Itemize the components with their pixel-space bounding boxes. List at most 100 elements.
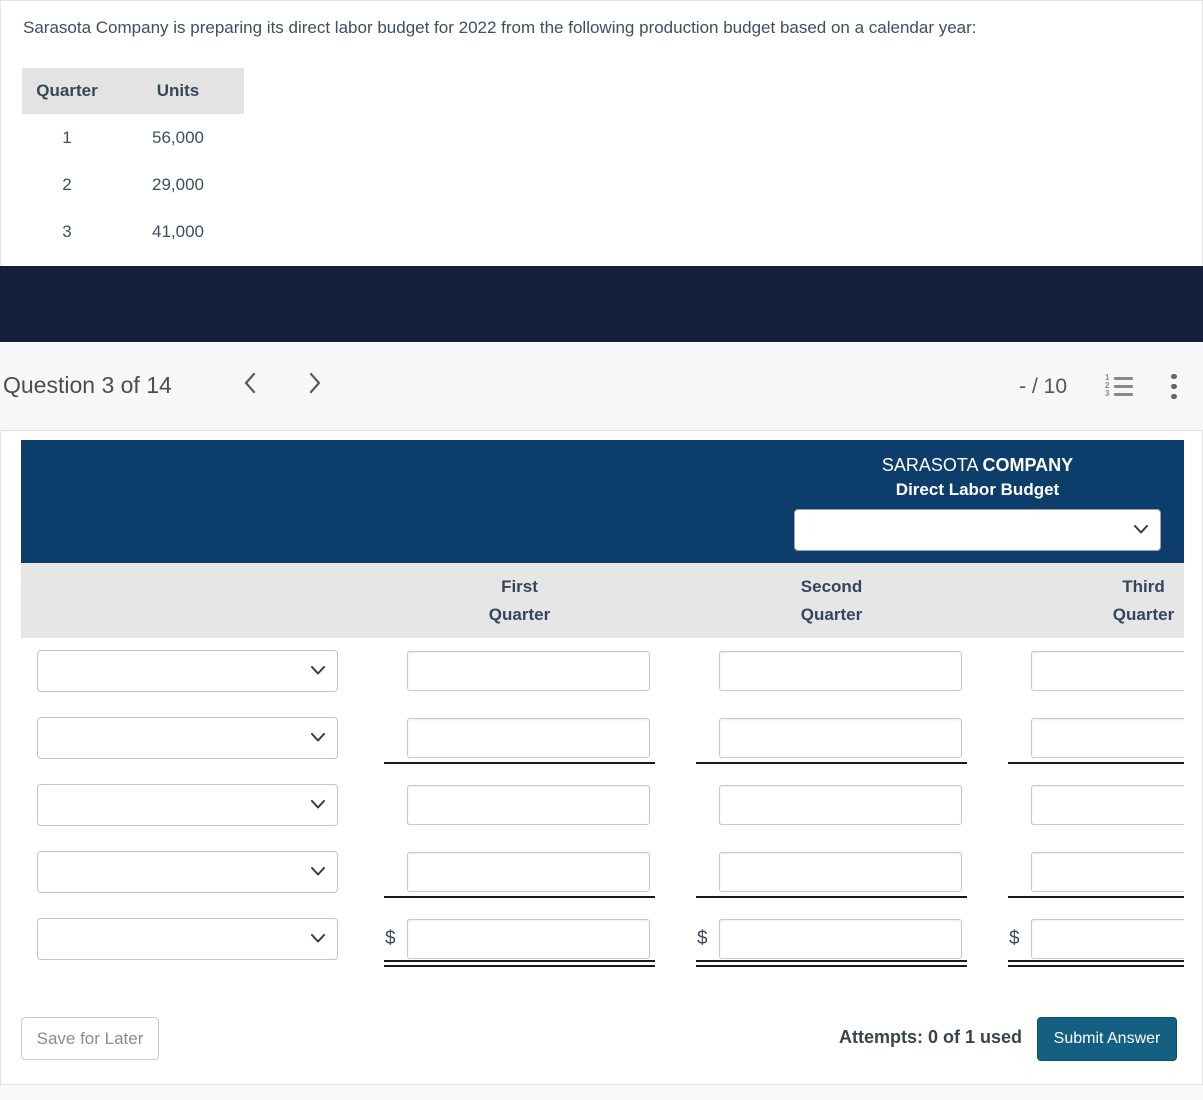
units-value: 56,000 (152, 127, 204, 147)
answer-section: SARASOTA COMPANY Direct Labor Budget Fir… (0, 431, 1203, 1084)
budget-row: $ $ $ (21, 918, 1184, 967)
problem-intro-text: Sarasota Company is preparing its direct… (23, 18, 977, 37)
quarter-value: 3 (62, 221, 72, 241)
amount-input[interactable] (719, 651, 962, 691)
amount-input[interactable] (719, 919, 962, 959)
dollar-sign-label: $ (697, 928, 708, 949)
amount-cell (696, 717, 967, 764)
amount-cell (1008, 717, 1184, 764)
dollar-sign-label: $ (385, 928, 396, 949)
amount-cell (696, 784, 967, 826)
period-select[interactable] (794, 509, 1161, 551)
page-bottom-strip (0, 1084, 1203, 1100)
amount-cell: $ (696, 918, 967, 967)
problem-card: Sarasota Company is preparing its direct… (0, 0, 1203, 266)
question-counter: Question 3 of 14 (3, 372, 172, 398)
column-header-third-quarter: Third Quarter (1112, 577, 1175, 624)
submit-answer-button[interactable]: Submit Answer (1037, 1017, 1177, 1061)
budget-body: $ $ $ (21, 638, 1184, 992)
subtotal-underline (696, 762, 967, 764)
amount-input[interactable] (1031, 785, 1184, 825)
amount-input[interactable] (1031, 852, 1184, 892)
amount-cell: $ (1008, 918, 1184, 967)
save-for-later-button[interactable]: Save for Later (21, 1017, 159, 1060)
row-label-select[interactable] (37, 918, 338, 960)
chevron-left-icon (243, 371, 257, 400)
amount-input[interactable] (1031, 718, 1184, 758)
amount-input[interactable] (407, 852, 650, 892)
column-header-first-quarter: First Quarter (488, 577, 551, 624)
subtotal-underline (696, 896, 967, 898)
total-double-underline (696, 960, 967, 967)
chevron-down-icon (311, 863, 325, 881)
chevron-down-icon (311, 662, 325, 680)
budget-column-headers: First Quarter Second Quarter Third Quarter (21, 563, 1184, 638)
production-table: Quarter Units 1 56,000 2 29,000 3 41,000 (22, 68, 244, 255)
section-divider-bar (0, 266, 1203, 342)
amount-input[interactable] (407, 651, 650, 691)
units-value: 41,000 (152, 221, 204, 241)
company-name-title: SARASOTA COMPANY (881, 455, 1074, 475)
row-label-select[interactable] (37, 717, 338, 759)
total-double-underline (384, 960, 655, 967)
more-options-icon[interactable] (1171, 373, 1177, 400)
budget-subtitle: Direct Labor Budget (895, 480, 1060, 499)
chevron-down-icon (311, 796, 325, 814)
previous-question-button[interactable] (237, 371, 263, 399)
amount-cell (1008, 851, 1184, 898)
amount-cell (1008, 784, 1184, 826)
amount-cell (696, 650, 967, 692)
amount-cell (696, 851, 967, 898)
budget-table-header: SARASOTA COMPANY Direct Labor Budget (21, 440, 1184, 563)
amount-input[interactable] (719, 852, 962, 892)
production-table-header: Quarter Units (22, 68, 244, 114)
chevron-down-icon (1134, 521, 1148, 539)
total-double-underline (1008, 960, 1184, 967)
subtotal-underline (384, 896, 655, 898)
quarter-value: 1 (62, 127, 72, 147)
subtotal-underline (384, 762, 655, 764)
units-column-header: Units (156, 81, 200, 100)
budget-row (21, 717, 1184, 764)
question-bar-right-group: - / 10 1 2 3 (1019, 342, 1177, 431)
row-label-select[interactable] (37, 650, 338, 692)
direct-labor-budget-table: SARASOTA COMPANY Direct Labor Budget Fir… (21, 440, 1184, 992)
dollar-sign-label: $ (1009, 928, 1020, 949)
chevron-down-icon (311, 930, 325, 948)
next-question-button[interactable] (302, 371, 328, 399)
chevron-down-icon (311, 729, 325, 747)
production-table-row: 2 29,000 (22, 161, 244, 208)
amount-input[interactable] (1031, 651, 1184, 691)
row-label-select[interactable] (37, 784, 338, 826)
budget-title-block: SARASOTA COMPANY Direct Labor Budget (794, 453, 1161, 502)
chevron-right-icon (308, 371, 322, 400)
amount-cell (384, 851, 655, 898)
score-display: - / 10 (1019, 374, 1067, 398)
quarter-value: 2 (62, 174, 72, 194)
budget-row (21, 784, 1184, 826)
production-table-body: 1 56,000 2 29,000 3 41,000 (22, 114, 244, 255)
amount-cell (384, 650, 655, 692)
subtotal-underline (1008, 896, 1184, 898)
amount-input[interactable] (719, 718, 962, 758)
quarter-column-header: Quarter (36, 81, 98, 100)
question-list-icon[interactable]: 1 2 3 (1105, 373, 1133, 399)
amount-cell: $ (384, 918, 655, 967)
amount-input[interactable] (407, 919, 650, 959)
production-table-row: 3 41,000 (22, 208, 244, 255)
amount-input[interactable] (1031, 919, 1184, 959)
amount-cell (1008, 650, 1184, 692)
amount-input[interactable] (719, 785, 962, 825)
row-label-select[interactable] (37, 851, 338, 893)
column-header-second-quarter: Second Quarter (800, 577, 863, 624)
amount-cell (384, 784, 655, 826)
budget-row (21, 851, 1184, 898)
units-value: 29,000 (152, 174, 204, 194)
budget-row (21, 650, 1184, 692)
amount-input[interactable] (407, 785, 650, 825)
attempts-counter: Attempts: 0 of 1 used (838, 1027, 1022, 1047)
subtotal-underline (1008, 762, 1184, 764)
production-table-row: 1 56,000 (22, 114, 244, 161)
amount-input[interactable] (407, 718, 650, 758)
amount-cell (384, 717, 655, 764)
